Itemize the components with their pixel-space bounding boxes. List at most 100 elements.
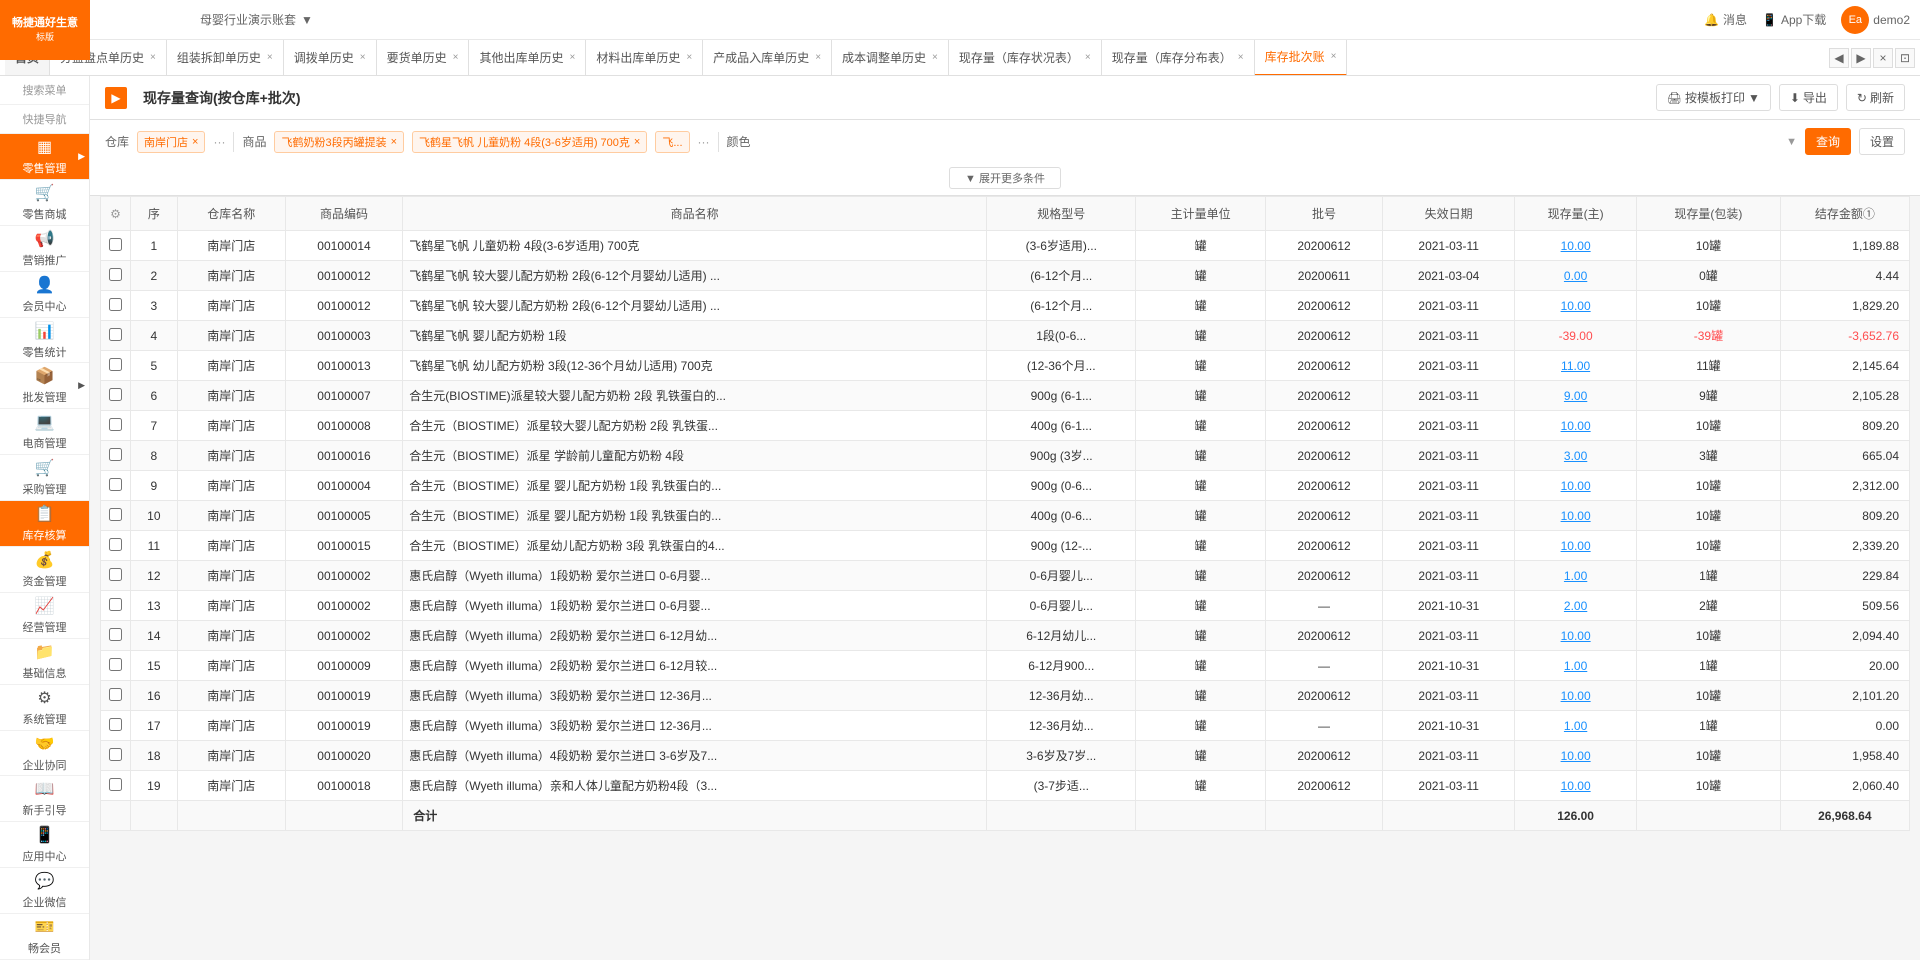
row-qty[interactable]: 1.00 [1515, 711, 1637, 741]
product-tag-1[interactable]: 飞鹤奶粉3段丙罐提装 × [274, 131, 404, 153]
warehouse-tag-nanan[interactable]: 南岸门店 × [137, 131, 205, 153]
row-checkbox[interactable] [101, 501, 131, 531]
product-tag-2-remove[interactable]: × [634, 136, 640, 148]
tab-pipici[interactable]: 库存批次账 × [1255, 40, 1348, 76]
warehouse-tag-remove[interactable]: × [192, 136, 198, 148]
row-checkbox[interactable] [101, 561, 131, 591]
row-checkbox[interactable] [101, 711, 131, 741]
tab-close-tiaobo[interactable]: × [360, 52, 366, 63]
tab-cailiao[interactable]: 材料出库单历史 × [586, 40, 703, 76]
row-checkbox[interactable] [101, 651, 131, 681]
col-header-settings[interactable]: ⚙ [101, 197, 131, 231]
sidebar-item-app-center[interactable]: 📱 应用中心 [0, 822, 89, 868]
nav-expand-btn[interactable]: ▶ [105, 87, 127, 109]
tab-close-zuhe[interactable]: × [267, 52, 273, 63]
sidebar-item-purchase[interactable]: 🛒 采购管理 [0, 455, 89, 501]
sidebar-item-inventory[interactable]: 📋 库存核算 [0, 501, 89, 547]
tab-prev-btn[interactable]: ◀ [1829, 48, 1849, 68]
row-qty[interactable]: 1.00 [1515, 651, 1637, 681]
row-qty[interactable]: -39.00 [1515, 321, 1637, 351]
row-qty[interactable]: 2.00 [1515, 591, 1637, 621]
tab-close-fenban[interactable]: × [150, 52, 156, 63]
sidebar-item-enterprise-wechat[interactable]: 💬 企业微信 [0, 868, 89, 914]
export-btn[interactable]: ⬇ 导出 [1779, 84, 1838, 111]
tab-xianzai1[interactable]: 现存量（库存状况表） × [949, 40, 1102, 76]
row-checkbox[interactable] [101, 441, 131, 471]
row-checkbox[interactable] [101, 321, 131, 351]
row-checkbox[interactable] [101, 681, 131, 711]
row-checkbox[interactable] [101, 741, 131, 771]
tab-close-yaohuo[interactable]: × [453, 52, 459, 63]
sidebar-item-operations[interactable]: 📈 经营管理 [0, 593, 89, 639]
sidebar-item-ecommerce[interactable]: 💻 电商管理 [0, 409, 89, 455]
row-checkbox[interactable] [101, 231, 131, 261]
row-checkbox[interactable] [101, 621, 131, 651]
sidebar-item-member-card[interactable]: 🎫 畅会员 [0, 914, 89, 960]
row-qty[interactable]: 10.00 [1515, 621, 1637, 651]
table-settings-icon[interactable]: ⚙ [110, 207, 121, 221]
tab-close-cailiao[interactable]: × [686, 52, 692, 63]
tab-close-xianzai1[interactable]: × [1085, 52, 1091, 63]
row-qty[interactable]: 3.00 [1515, 441, 1637, 471]
quick-nav-area[interactable]: 快捷导航 [0, 105, 89, 134]
row-qty[interactable]: 10.00 [1515, 501, 1637, 531]
tab-close-chanpin[interactable]: × [815, 52, 821, 63]
tab-close-all-btn[interactable]: × [1873, 48, 1893, 68]
sidebar-item-basic-info[interactable]: 📁 基础信息 [0, 639, 89, 685]
sidebar-item-wholesale[interactable]: 📦 批发管理 ▶ [0, 363, 89, 409]
row-qty[interactable]: 10.00 [1515, 741, 1637, 771]
tab-close-chengben[interactable]: × [932, 52, 938, 63]
product-tag-1-remove[interactable]: × [391, 136, 397, 148]
tab-chengben[interactable]: 成本调整单历史 × [832, 40, 949, 76]
row-checkbox[interactable] [101, 771, 131, 801]
tab-menu-btn[interactable]: ⊡ [1895, 48, 1915, 68]
sidebar-item-finance[interactable]: 💰 资金管理 [0, 547, 89, 593]
row-qty[interactable]: 10.00 [1515, 771, 1637, 801]
app-download-btn[interactable]: 📱 App下载 [1762, 11, 1826, 28]
sidebar-item-retail-mgmt[interactable]: ▦ 零售管理 ▶ [0, 134, 89, 180]
row-checkbox[interactable] [101, 591, 131, 621]
tab-yaohuo[interactable]: 要货单历史 × [377, 40, 470, 76]
sidebar-item-retail-stats[interactable]: 📊 零售统计 [0, 318, 89, 364]
row-checkbox[interactable] [101, 531, 131, 561]
sidebar-item-marketing[interactable]: 📢 营销推广 [0, 226, 89, 272]
workspace-selector[interactable]: 母婴行业演示账套 ▼ [200, 11, 313, 28]
color-dropdown-arrow[interactable]: ▼ [1786, 136, 1797, 148]
row-checkbox[interactable] [101, 381, 131, 411]
sidebar-item-sys-mgmt[interactable]: ⚙ 系统管理 [0, 685, 89, 731]
print-btn[interactable]: 🖨 按模板打印 ▼ [1656, 84, 1771, 111]
tab-qitachubu[interactable]: 其他出库单历史 × [469, 40, 586, 76]
row-checkbox[interactable] [101, 411, 131, 441]
tab-xianzai2[interactable]: 现存量（库存分布表） × [1102, 40, 1255, 76]
sidebar-item-enterprise[interactable]: 🤝 企业协同 [0, 731, 89, 777]
row-checkbox[interactable] [101, 291, 131, 321]
user-area[interactable]: Ea demo2 [1841, 6, 1910, 34]
tab-close-pipici[interactable]: × [1331, 51, 1337, 62]
row-qty[interactable]: 10.00 [1515, 291, 1637, 321]
row-qty[interactable]: 1.00 [1515, 561, 1637, 591]
refresh-btn[interactable]: ↻ 刷新 [1846, 84, 1905, 111]
message-btn[interactable]: 🔔 消息 [1704, 11, 1747, 28]
sidebar-item-new-guide[interactable]: 📖 新手引导 [0, 776, 89, 822]
product-tag-more[interactable]: 飞... [655, 131, 689, 153]
row-qty[interactable]: 10.00 [1515, 531, 1637, 561]
warehouse-dots[interactable]: ··· [213, 135, 225, 149]
tab-tiaobo[interactable]: 调拨单历史 × [284, 40, 377, 76]
row-qty[interactable]: 10.00 [1515, 231, 1637, 261]
row-checkbox[interactable] [101, 261, 131, 291]
tab-zuhe[interactable]: 组装拆卸单历史 × [167, 40, 284, 76]
query-btn[interactable]: 查询 [1805, 128, 1851, 155]
sidebar-item-member[interactable]: 👤 会员中心 [0, 272, 89, 318]
tab-next-btn[interactable]: ▶ [1851, 48, 1871, 68]
row-qty[interactable]: 10.00 [1515, 681, 1637, 711]
row-qty[interactable]: 0.00 [1515, 261, 1637, 291]
row-qty[interactable]: 10.00 [1515, 471, 1637, 501]
product-dots[interactable]: ··· [698, 135, 710, 149]
row-checkbox[interactable] [101, 471, 131, 501]
tab-close-qita[interactable]: × [569, 52, 575, 63]
settings-btn[interactable]: 设置 [1859, 128, 1905, 155]
search-menu-area[interactable]: 搜索菜单 [0, 76, 89, 105]
tab-close-xianzai2[interactable]: × [1238, 52, 1244, 63]
row-qty[interactable]: 9.00 [1515, 381, 1637, 411]
row-checkbox[interactable] [101, 351, 131, 381]
